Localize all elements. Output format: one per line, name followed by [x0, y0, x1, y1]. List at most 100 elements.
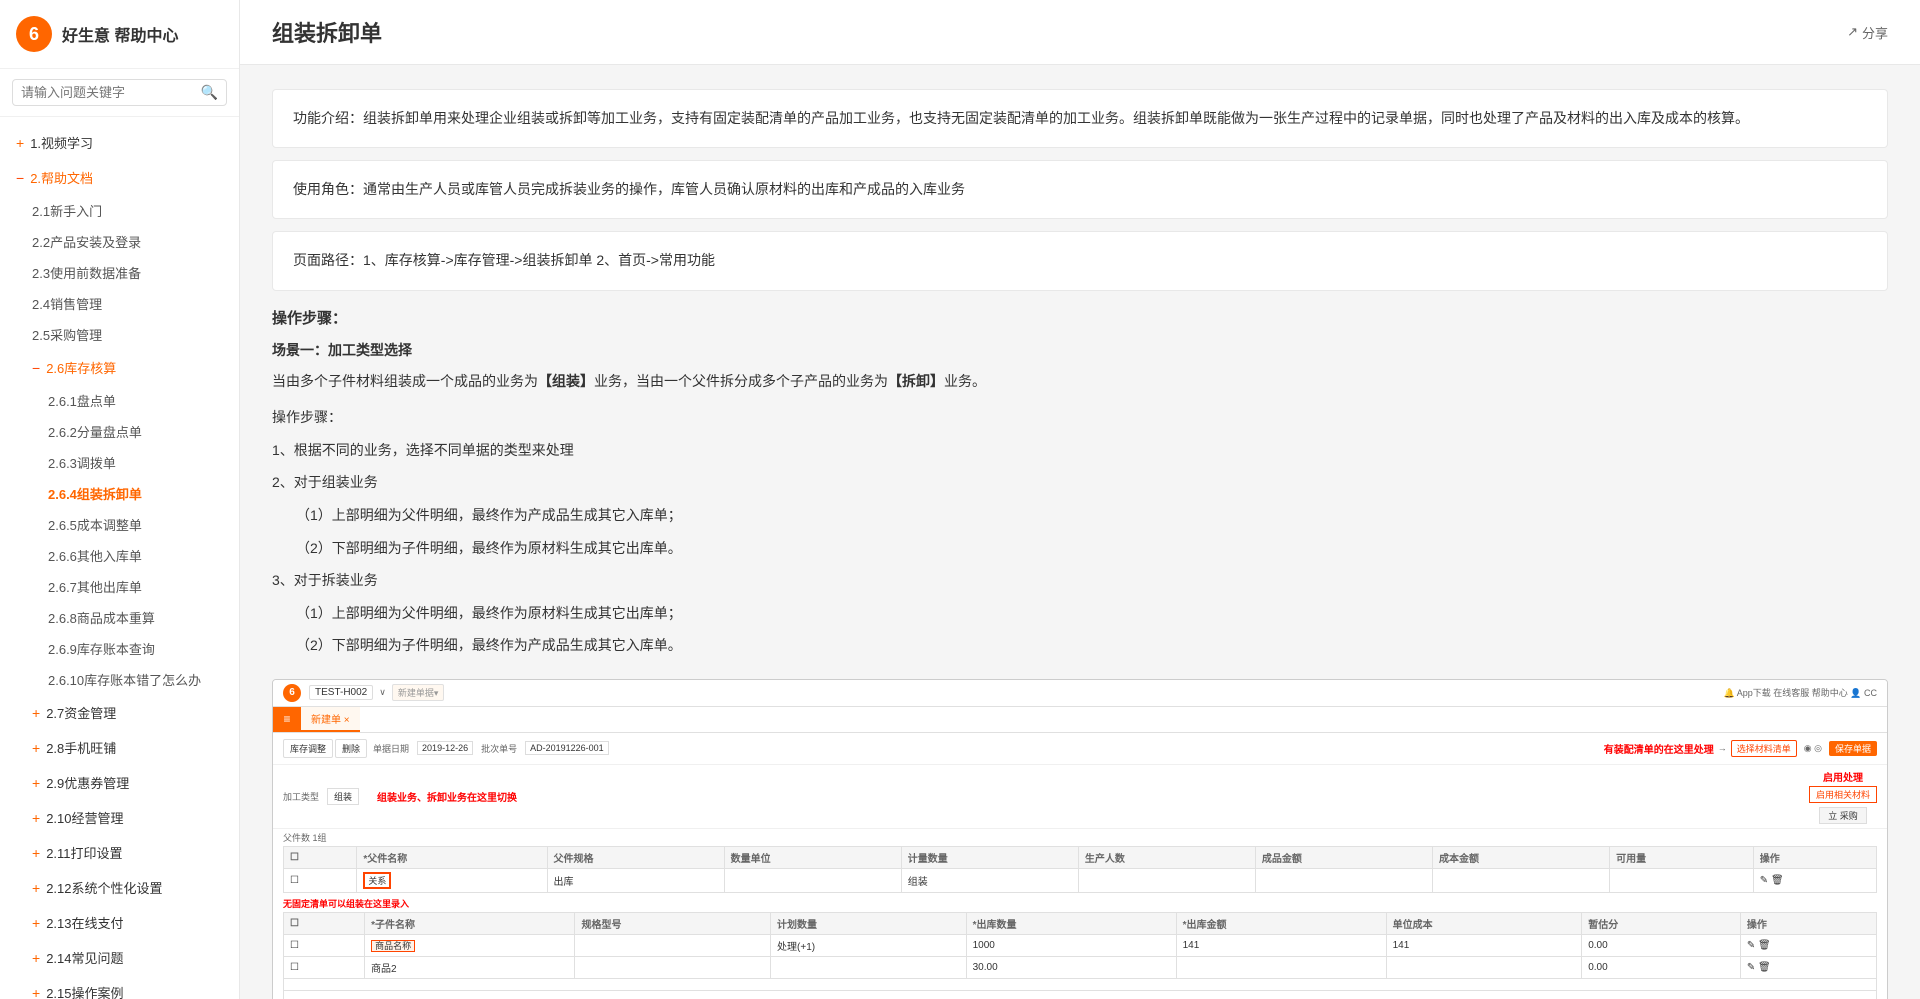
sidebar-item-2-4[interactable]: 2.4销售管理: [0, 288, 239, 319]
sidebar-item-label: 2.12系统个性化设置: [46, 878, 162, 897]
plus-icon: +: [32, 915, 40, 931]
annot-text-1: 有装配清单的在这里处理: [1604, 741, 1714, 756]
sidebar-item-2-6-10[interactable]: 2.6.10库存账本错了怎么办: [0, 664, 239, 695]
td-producers: [1078, 868, 1255, 892]
intro-block-2: 使用角色：通常由生产人员或库管人员完成拆装业务的操作，库管人员确认原材料的出库和…: [272, 160, 1888, 219]
sidebar-item-2-6[interactable]: − 2.6库存核算: [0, 350, 239, 385]
sidebar-item-2-10[interactable]: + 2.10经营管理: [0, 800, 239, 835]
sidebar-item-2-6-4[interactable]: 2.6.4组装拆卸单: [0, 478, 239, 509]
sidebar-item-2-6-2[interactable]: 2.6.2分量盘点单: [0, 416, 239, 447]
td-prod-amt: [1255, 868, 1432, 892]
sidebar-item-2-6-7[interactable]: 2.6.7其他出库单: [0, 571, 239, 602]
sidebar-item-2-6-1[interactable]: 2.6.1盘点单: [0, 385, 239, 416]
td-outq2: 30.00: [966, 956, 1176, 978]
intro-text-3: 页面路径：1、库存核算->库存管理->组装拆卸单 2、首页->常用功能: [293, 252, 715, 268]
plus-icon: +: [32, 705, 40, 721]
sidebar-item-label: 2.6库存核算: [46, 358, 116, 377]
sidebar-item-2-7[interactable]: + 2.7资金管理: [0, 695, 239, 730]
annot-text-2: 组装业务、拆卸业务在这里切换: [377, 789, 517, 804]
share-button[interactable]: ↗ 分享: [1847, 23, 1888, 42]
td-est: 0.00: [1582, 934, 1741, 956]
sim-icons-right: 🔔 App下载 在线客服 帮助中心 👤 CC: [1724, 686, 1877, 699]
sidebar-item-2-11[interactable]: + 2.11打印设置: [0, 835, 239, 870]
minus-icon: −: [32, 360, 40, 376]
td-name-input: 关系: [363, 872, 391, 889]
sidebar-item-2-12[interactable]: + 2.12系统个性化设置: [0, 870, 239, 905]
sim-table-top-label: 父件数 1组: [283, 831, 1877, 844]
step-3-2: （2）下部明细为子件明细，最终作为产成品生成其它入库单。: [296, 632, 1888, 659]
sidebar-item-2-2[interactable]: 2.2产品安装及登录: [0, 226, 239, 257]
sidebar-item-2-6-6[interactable]: 2.6.6其他入库单: [0, 540, 239, 571]
share-label: 分享: [1862, 23, 1888, 42]
sim-type-label: 加工类型: [283, 790, 319, 803]
plus-icon: +: [32, 845, 40, 861]
td-plan: 处理(+1): [771, 934, 967, 956]
th-producers: 生产人数: [1078, 846, 1255, 868]
sim-btn-enable: 启用相关材料: [1809, 786, 1877, 803]
sim-nav-home: ≡: [273, 707, 301, 732]
intro-text-1: 功能介绍：组装拆卸单用来处理企业组装或拆卸等加工业务，支持有固定装配清单的产品加…: [293, 110, 1749, 126]
th-product-amt: 成品金额: [1255, 846, 1432, 868]
td-est2: 0.00: [1582, 956, 1741, 978]
search-input[interactable]: [21, 85, 201, 100]
td-check: ☐: [284, 868, 357, 892]
plus-icon: +: [32, 880, 40, 896]
sidebar-item-2-14[interactable]: + 2.14常见问题: [0, 940, 239, 975]
td-empty2: [284, 990, 1877, 999]
sidebar-item-2-1[interactable]: 2.1新手入门: [0, 195, 239, 226]
table-row: [284, 990, 1877, 999]
td-spec: [575, 934, 771, 956]
sidebar-item-2-15[interactable]: + 2.15操作案例: [0, 975, 239, 999]
sidebar-item-2-5[interactable]: 2.5采购管理: [0, 319, 239, 350]
table-row: ☐ 商品2 30.00 0.00 ✎ 🗑: [284, 956, 1877, 978]
annot-text-3: 启用处理: [1823, 769, 1863, 784]
sidebar-item-2-3[interactable]: 2.3使用前数据准备: [0, 257, 239, 288]
td-spec: 出库: [547, 868, 724, 892]
plus-icon: +: [32, 985, 40, 999]
sidebar-item-2-6-5[interactable]: 2.6.5成本调整单: [0, 509, 239, 540]
sidebar-item-2-6-9[interactable]: 2.6.9库存账本查询: [0, 633, 239, 664]
sim-logo: 6: [283, 684, 301, 702]
step-3: 3、对于拆装业务: [272, 567, 1888, 594]
minus-icon: −: [16, 170, 24, 186]
sidebar-item-2-6-8[interactable]: 2.6.8商品成本重算: [0, 602, 239, 633]
td-child-name: 商品名称: [365, 934, 575, 956]
sim-table-bottom: 无固定清单可以组装在这里录入 ☐ *子件名称 规格型号 计划数量 *出库数量 *…: [273, 895, 1887, 999]
sim-table-top: 父件数 1组 ☐ *父件名称 父件规格 数量单位 计量数量 生产人数 成品金额: [273, 829, 1887, 895]
th-child-name: *子件名称: [365, 912, 575, 934]
sidebar-item-label: 2.15操作案例: [46, 983, 123, 999]
td-op2: ✎ 🗑: [1740, 956, 1876, 978]
scene1-title: 场景一：加工类型选择: [272, 340, 1888, 360]
search-icon[interactable]: 🔍: [201, 84, 218, 101]
sidebar-item-2-6-3[interactable]: 2.6.3调拨单: [0, 447, 239, 478]
sidebar-item-label: 2.9优惠券管理: [46, 773, 129, 792]
brand-name: 好生意 帮助中心: [62, 22, 178, 46]
nav-list: + 1.视频学习 − 2.帮助文档 2.1新手入门 2.2产品安装及登录 2.3…: [0, 117, 239, 999]
sidebar-item-label: 2.8手机旺铺: [46, 738, 116, 757]
sim-table-child: ☐ *子件名称 规格型号 计划数量 *出库数量 *出库金额 单位成本 暂估分 操…: [283, 912, 1877, 999]
th-name: *父件名称: [357, 846, 547, 868]
sidebar-item-2-13[interactable]: + 2.13在线支付: [0, 905, 239, 940]
sim-form-actions: 库存调整 删除 单据日期 2019-12-26 批次单号 AD-20191226…: [273, 733, 1887, 765]
sim-type-value: 组装: [327, 788, 359, 805]
sim-app-header: 6 TEST-H002 ∨ 新建单据▾ 🔔 App下载 在线客服 帮助中心 👤 …: [273, 680, 1887, 707]
th-unit-qty: 数量单位: [724, 846, 901, 868]
sim-spacer: ∨: [379, 687, 386, 698]
search-box[interactable]: 🔍: [12, 79, 227, 106]
td-cost-amt: [1433, 868, 1610, 892]
sim-btn-ok: 立 采购: [1819, 807, 1867, 824]
sim-field-batchno: AD-20191226-001: [525, 741, 609, 755]
th-measure-qty: 计量数量: [901, 846, 1078, 868]
sim-type-row: 加工类型 组装 组装业务、拆卸业务在这里切换 启用处理 启用相关材料 立 采购: [273, 765, 1887, 829]
sidebar-item-docs[interactable]: − 2.帮助文档: [0, 160, 239, 195]
sidebar-item-2-9[interactable]: + 2.9优惠券管理: [0, 765, 239, 800]
td-unit: [724, 868, 901, 892]
article-body: 功能介绍：组装拆卸单用来处理企业组装或拆卸等加工业务，支持有固定装配清单的产品加…: [240, 65, 1920, 999]
sim-screenshot: 6 TEST-H002 ∨ 新建单据▾ 🔔 App下载 在线客服 帮助中心 👤 …: [273, 680, 1887, 999]
sidebar-item-video[interactable]: + 1.视频学习: [0, 125, 239, 160]
sim-tab-new-doc: 新建单 ×: [301, 707, 360, 732]
intro-block-3: 页面路径：1、库存核算->库存管理->组装拆卸单 2、首页->常用功能: [272, 231, 1888, 290]
td-check: ☐: [284, 956, 365, 978]
sim-icon-set: ◉ ◎: [1801, 742, 1825, 755]
sidebar-item-2-8[interactable]: + 2.8手机旺铺: [0, 730, 239, 765]
